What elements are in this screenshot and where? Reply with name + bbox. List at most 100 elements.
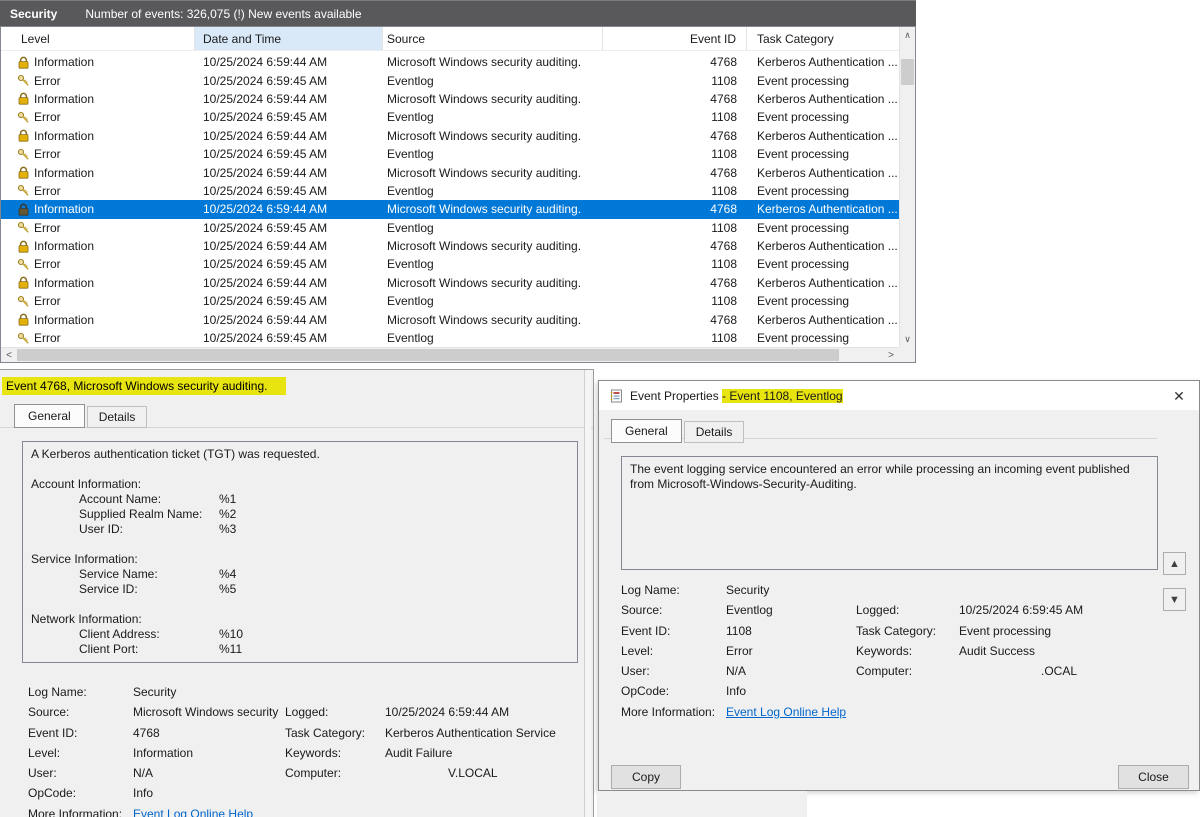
field-label: Event ID: xyxy=(28,725,78,740)
lock-icon xyxy=(18,203,29,216)
dialog-description-text: The event logging service encountered an… xyxy=(630,462,1130,491)
down-arrow-icon: ▼ xyxy=(1169,593,1180,606)
description-blank-line xyxy=(31,597,569,612)
row-level: Error xyxy=(34,110,61,125)
field-value: Error xyxy=(726,643,753,658)
field-value: Info xyxy=(133,786,154,801)
row-level: Information xyxy=(34,312,95,327)
row-source: Microsoft Windows security auditing. xyxy=(387,91,582,106)
description-item-label: Service ID: xyxy=(79,582,138,596)
table-row[interactable]: Information 10/25/2024 6:59:44 AM Micros… xyxy=(1,90,899,108)
row-source: Microsoft Windows security auditing. xyxy=(387,128,582,143)
table-row[interactable]: Information 10/25/2024 6:59:44 AM Micros… xyxy=(1,200,899,219)
table-row[interactable]: Information 10/25/2024 6:59:44 AM Micros… xyxy=(1,53,899,71)
row-event-id: 4768 xyxy=(710,91,737,106)
preview-scrollbar[interactable] xyxy=(584,370,591,817)
description-item-value: %1 xyxy=(219,492,237,506)
column-header-source[interactable]: Source xyxy=(383,27,603,50)
table-row[interactable]: Error 10/25/2024 6:59:45 AM Eventlog 110… xyxy=(1,329,899,347)
row-level: Error xyxy=(34,331,61,346)
row-datetime: 10/25/2024 6:59:44 AM xyxy=(203,128,328,143)
lock-icon xyxy=(18,129,29,142)
row-event-id: 4768 xyxy=(710,275,737,290)
event-properties-icon xyxy=(610,389,622,402)
scroll-down-icon[interactable]: ∨ xyxy=(900,331,915,347)
table-row[interactable]: Error 10/25/2024 6:59:45 AM Eventlog 110… xyxy=(1,255,899,273)
dialog-tab-general[interactable]: General xyxy=(611,419,682,443)
description-blank-line xyxy=(31,537,569,552)
event-properties-dialog: Event Properties - Event 1108, Eventlog … xyxy=(598,380,1200,791)
table-row[interactable]: Error 10/25/2024 6:59:45 AM Eventlog 110… xyxy=(1,71,899,89)
table-header: Level Date and Time Source Event ID Task… xyxy=(1,27,899,51)
row-event-id: 4768 xyxy=(710,202,737,217)
table-row[interactable]: Information 10/25/2024 6:59:44 AM Micros… xyxy=(1,274,899,292)
description-item-label: User ID: xyxy=(79,522,124,536)
column-header-task-category[interactable]: Task Category xyxy=(747,27,899,50)
close-icon[interactable]: ✕ xyxy=(1169,386,1189,406)
row-datetime: 10/25/2024 6:59:45 AM xyxy=(203,147,328,162)
table-row[interactable]: Information 10/25/2024 6:59:44 AM Micros… xyxy=(1,163,899,181)
tab-general[interactable]: General xyxy=(14,404,85,428)
row-task-category: Event processing xyxy=(757,294,850,309)
row-datetime: 10/25/2024 6:59:45 AM xyxy=(203,110,328,125)
dialog-title-highlighted: - Event 1108, Eventlog xyxy=(722,388,843,403)
tab-details[interactable]: Details xyxy=(86,406,148,428)
close-button[interactable]: Close xyxy=(1118,765,1189,789)
next-event-button[interactable]: ▼ xyxy=(1163,588,1186,611)
row-event-id: 1108 xyxy=(711,183,737,198)
field-value: 4768 xyxy=(133,725,160,740)
table-row[interactable]: Information 10/25/2024 6:59:44 AM Micros… xyxy=(1,237,899,255)
row-task-category: Kerberos Authentication ... xyxy=(757,91,898,106)
row-level: Information xyxy=(34,165,95,180)
field-value: N/A xyxy=(726,664,747,679)
field-label: Source: xyxy=(28,705,70,720)
table-row[interactable]: Information 10/25/2024 6:59:44 AM Micros… xyxy=(1,127,899,145)
log-titlebar: Security Number of events: 326,075 (!) N… xyxy=(0,0,916,26)
copy-button[interactable]: Copy xyxy=(611,765,681,789)
table-row[interactable]: Information 10/25/2024 6:59:44 AM Micros… xyxy=(1,310,899,328)
row-task-category: Event processing xyxy=(757,257,850,272)
key-icon xyxy=(17,332,29,344)
description-item-value: %4 xyxy=(219,567,237,581)
vertical-scrollbar-thumb[interactable] xyxy=(901,59,914,85)
field-label: Keywords: xyxy=(856,643,913,658)
horizontal-scrollbar[interactable]: < > xyxy=(1,347,899,362)
field-value: Kerberos Authentication Service xyxy=(385,725,556,740)
column-header-level[interactable]: Level xyxy=(1,27,195,50)
vertical-scrollbar[interactable]: ∧ ∨ xyxy=(899,27,915,347)
column-header-date-and-time[interactable]: Date and Time xyxy=(195,27,383,50)
description-blank-line xyxy=(31,462,569,477)
scroll-right-icon[interactable]: > xyxy=(883,348,899,362)
column-header-event-id[interactable]: Event ID xyxy=(603,27,747,50)
key-icon xyxy=(17,295,29,307)
horizontal-scrollbar-thumb[interactable] xyxy=(17,349,839,361)
row-event-id: 4768 xyxy=(710,128,737,143)
field-label: Log Name: xyxy=(28,685,87,699)
field-label: Level: xyxy=(28,745,61,760)
table-row[interactable]: Error 10/25/2024 6:59:45 AM Eventlog 110… xyxy=(1,292,899,310)
table-row[interactable]: Error 10/25/2024 6:59:45 AM Eventlog 110… xyxy=(1,145,899,163)
description-section-title: Account Information: xyxy=(31,477,142,491)
row-level: Information xyxy=(34,55,95,70)
field-label: Keywords: xyxy=(285,745,342,760)
field-label: Event ID: xyxy=(621,623,671,638)
row-level: Information xyxy=(34,275,95,290)
field-label: Computer: xyxy=(856,664,913,679)
table-row[interactable]: Error 10/25/2024 6:59:45 AM Eventlog 110… xyxy=(1,182,899,200)
scroll-left-icon[interactable]: < xyxy=(1,348,17,362)
event-log-online-help-link[interactable]: Event Log Online Help xyxy=(133,807,253,817)
event-rows: Information 10/25/2024 6:59:44 AM Micros… xyxy=(1,51,899,347)
table-row[interactable]: Error 10/25/2024 6:59:45 AM Eventlog 110… xyxy=(1,219,899,237)
scroll-up-icon[interactable]: ∧ xyxy=(900,27,915,43)
dialog-tab-details[interactable]: Details xyxy=(683,421,745,443)
table-row[interactable]: Error 10/25/2024 6:59:45 AM Eventlog 110… xyxy=(1,108,899,126)
dialog-title-prefix: Event Properties xyxy=(630,388,723,403)
row-source: Eventlog xyxy=(387,220,434,235)
description-item-value: %11 xyxy=(219,642,243,656)
description-item: Service Name: %4 xyxy=(31,567,569,582)
event-log-online-help-link[interactable]: Event Log Online Help xyxy=(726,705,846,719)
previous-event-button[interactable]: ▲ xyxy=(1163,552,1186,575)
row-task-category: Event processing xyxy=(757,73,850,88)
dialog-titlebar[interactable]: Event Properties - Event 1108, Eventlog … xyxy=(599,381,1199,410)
row-source: Microsoft Windows security auditing. xyxy=(387,202,582,217)
